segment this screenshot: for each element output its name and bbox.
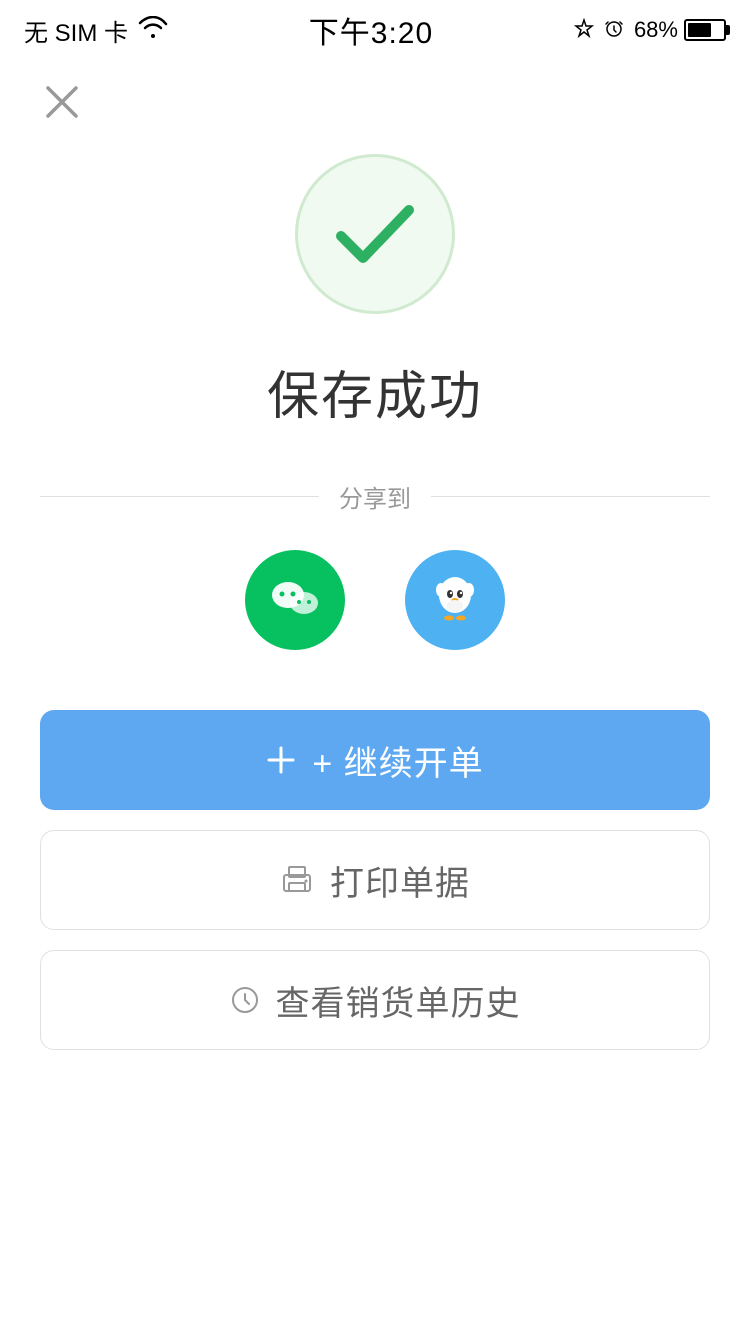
action-buttons: + 继续开单 打印单据 查看销货单历史 <box>40 710 710 1050</box>
print-button[interactable]: 打印单据 <box>40 830 710 930</box>
battery-percentage: 68% <box>634 17 678 43</box>
history-icon <box>230 985 260 1015</box>
print-icon <box>280 865 314 895</box>
qq-icon <box>426 570 484 630</box>
carrier-text: 无 SIM 卡 <box>24 13 128 48</box>
alarm-icon <box>604 18 624 43</box>
history-button[interactable]: 查看销货单历史 <box>40 950 710 1050</box>
history-label: 查看销货单历史 <box>276 976 521 1025</box>
divider-line-left <box>40 496 319 497</box>
checkmark-icon <box>335 202 415 266</box>
close-button[interactable] <box>40 80 84 124</box>
continue-button[interactable]: + 继续开单 <box>40 710 710 810</box>
status-time: 下午3:20 <box>309 8 433 52</box>
battery-fill <box>688 23 711 37</box>
wechat-icon <box>266 575 324 625</box>
continue-label: + 继续开单 <box>312 736 483 785</box>
status-left: 无 SIM 卡 <box>24 13 168 48</box>
status-bar: 无 SIM 卡 下午3:20 68% <box>0 0 750 60</box>
qq-share-button[interactable] <box>405 550 505 650</box>
success-title: 保存成功 <box>267 354 483 429</box>
share-label: 分享到 <box>319 479 431 514</box>
status-right: 68% <box>574 17 726 43</box>
battery-icon <box>684 19 726 41</box>
main-content: 保存成功 分享到 <box>0 60 750 1050</box>
wifi-icon <box>138 16 168 45</box>
battery-container: 68% <box>634 17 726 43</box>
share-icons-container <box>245 550 505 650</box>
print-label: 打印单据 <box>330 856 470 905</box>
success-icon-circle <box>295 154 455 314</box>
close-button-container <box>40 60 710 154</box>
wechat-share-button[interactable] <box>245 550 345 650</box>
location-icon <box>574 18 594 43</box>
share-divider: 分享到 <box>40 479 710 514</box>
plus-icon <box>266 745 296 775</box>
divider-line-right <box>431 496 710 497</box>
